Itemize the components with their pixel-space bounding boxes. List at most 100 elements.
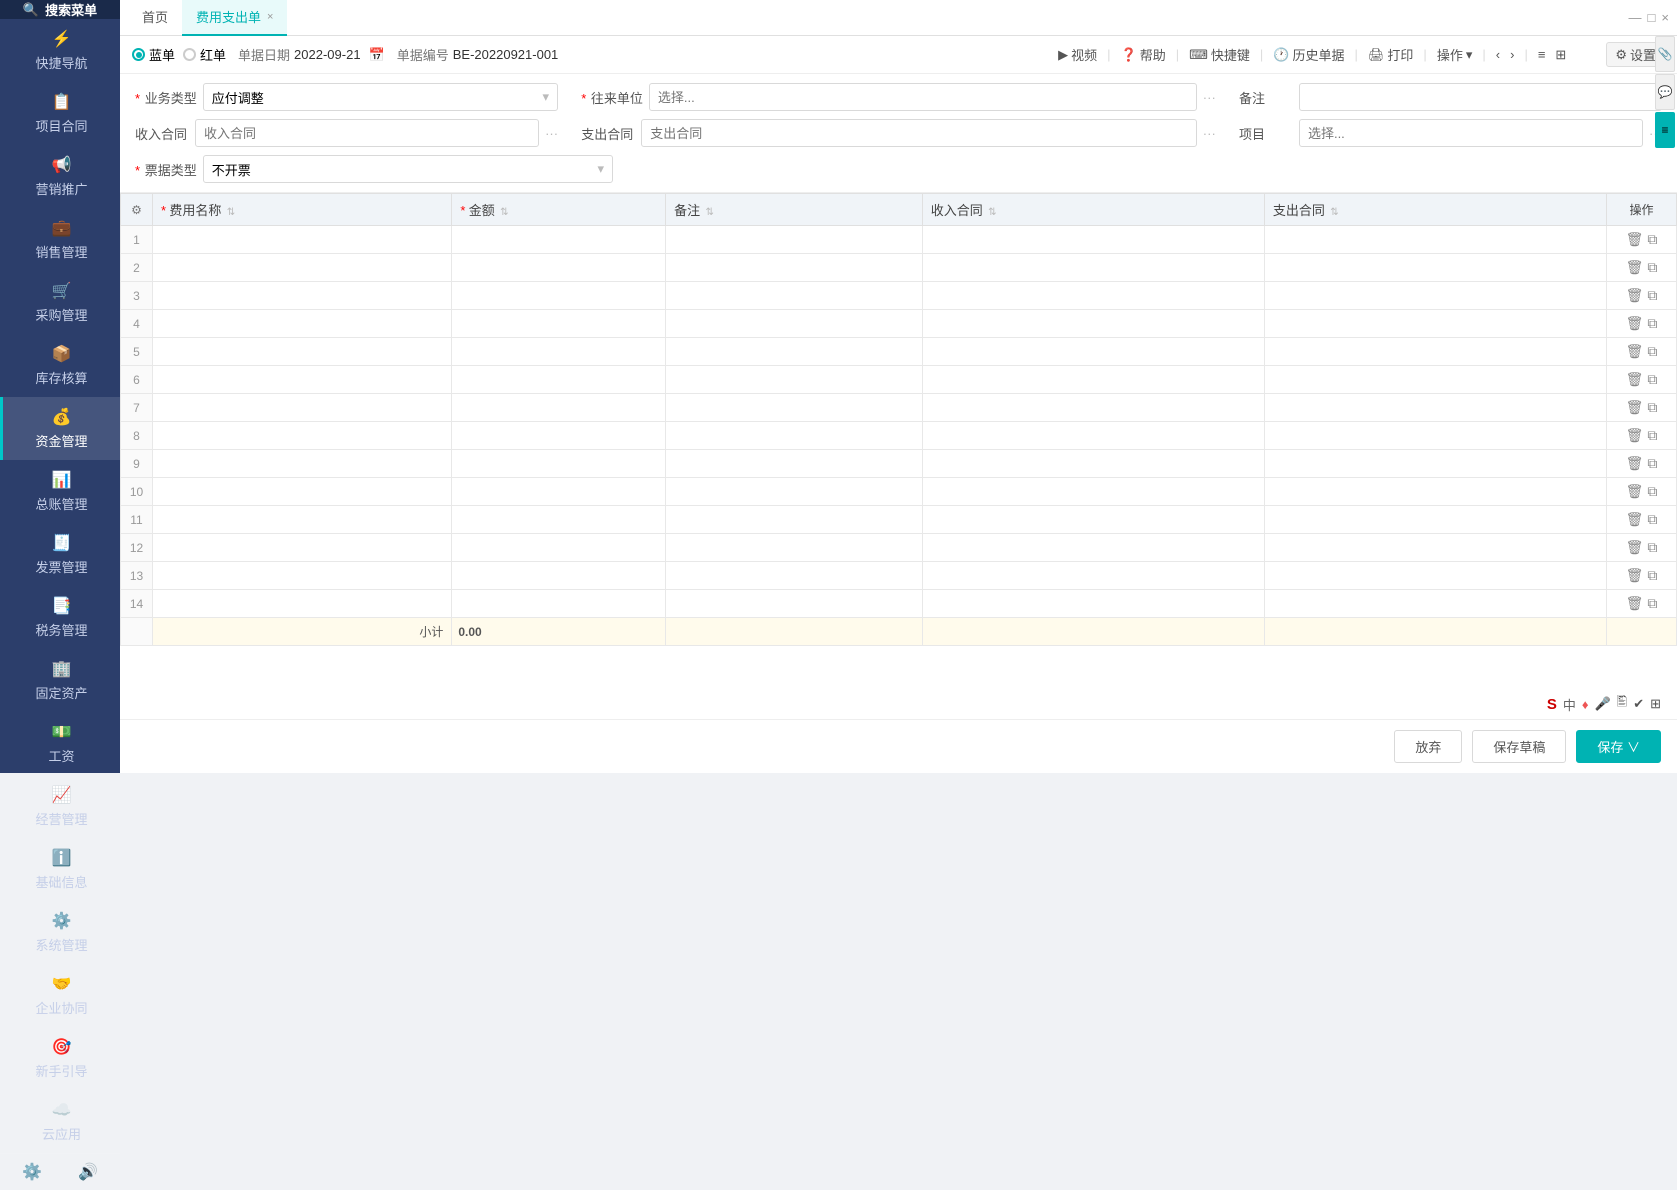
project-input[interactable] — [1299, 119, 1643, 147]
invoice-type-select[interactable]: 不开票 ▾ — [203, 155, 613, 183]
sidebar-item-sales[interactable]: 💼 销售管理 — [0, 208, 120, 271]
copy-row-icon[interactable]: ⧉ — [1647, 427, 1657, 444]
cell-amount[interactable] — [452, 422, 666, 450]
nav-prev-btn[interactable]: ‹ — [1496, 47, 1500, 62]
expense-contract-dots[interactable]: ··· — [1203, 126, 1216, 141]
cell-amount[interactable] — [452, 534, 666, 562]
cell-income-contract[interactable] — [922, 590, 1264, 618]
cell-amount[interactable] — [452, 310, 666, 338]
cell-expense-name[interactable] — [153, 506, 452, 534]
copy-row-icon[interactable]: ⧉ — [1647, 315, 1657, 332]
cell-amount[interactable] — [452, 282, 666, 310]
cell-remark[interactable] — [666, 338, 923, 366]
business-type-select[interactable]: 应付调整 ▾ — [203, 83, 558, 111]
cell-income-contract[interactable] — [922, 534, 1264, 562]
cell-income-contract[interactable] — [922, 254, 1264, 282]
cell-expense-contract[interactable] — [1264, 226, 1606, 254]
sort-remark-icon[interactable]: ⇅ — [706, 207, 714, 218]
view-grid-btn[interactable]: ⊞ — [1555, 47, 1566, 63]
copy-row-icon[interactable]: ⧉ — [1647, 259, 1657, 276]
cell-income-contract[interactable] — [922, 310, 1264, 338]
cell-expense-name[interactable] — [153, 282, 452, 310]
copy-row-icon[interactable]: ⧉ — [1647, 231, 1657, 248]
delete-row-icon[interactable]: 🗑 — [1626, 399, 1644, 416]
cell-amount[interactable] — [452, 450, 666, 478]
sidebar-item-tax[interactable]: 📑 税务管理 — [0, 586, 120, 649]
sidebar-item-salary[interactable]: 💵 工资 — [0, 712, 120, 775]
win-minimize-button[interactable]: — — [1629, 10, 1642, 25]
sidebar-item-cloud-app[interactable]: ☁️ 云应用 — [0, 1090, 120, 1153]
radio-red[interactable]: 红单 — [183, 45, 226, 64]
cell-income-contract[interactable] — [922, 506, 1264, 534]
audio-button[interactable]: 🔊 — [78, 1162, 98, 1182]
copy-row-icon[interactable]: ⧉ — [1647, 595, 1657, 612]
cell-expense-contract[interactable] — [1264, 254, 1606, 282]
sort-income-contract-icon[interactable]: ⇅ — [988, 207, 996, 218]
sidebar-item-new-guide[interactable]: 🎯 新手引导 — [0, 1027, 120, 1090]
expense-contract-input[interactable] — [641, 119, 1197, 147]
cell-income-contract[interactable] — [922, 422, 1264, 450]
income-contract-input[interactable] — [195, 119, 539, 147]
cell-expense-contract[interactable] — [1264, 562, 1606, 590]
cell-expense-contract[interactable] — [1264, 310, 1606, 338]
sidebar-item-purchase[interactable]: 🛒 采购管理 — [0, 271, 120, 334]
cell-expense-contract[interactable] — [1264, 590, 1606, 618]
mic-icon[interactable]: 🎤 — [1595, 696, 1611, 712]
cell-remark[interactable] — [666, 394, 923, 422]
cell-expense-name[interactable] — [153, 478, 452, 506]
cell-remark[interactable] — [666, 282, 923, 310]
view-list-btn[interactable]: ≡ — [1538, 47, 1546, 62]
delete-row-icon[interactable]: 🗑 — [1626, 539, 1644, 556]
cell-expense-name[interactable] — [153, 226, 452, 254]
sidebar-item-project[interactable]: 📋 项目合同 — [0, 82, 120, 145]
copy-row-icon[interactable]: ⧉ — [1647, 483, 1657, 500]
cell-expense-name[interactable] — [153, 254, 452, 282]
counterparty-input[interactable] — [649, 83, 1197, 111]
diamond-icon[interactable]: ♦ — [1582, 697, 1589, 712]
settings-button[interactable]: ⚙️ — [22, 1162, 42, 1182]
copy-row-icon[interactable]: ⧉ — [1647, 567, 1657, 584]
delete-row-icon[interactable]: 🗑 — [1626, 231, 1644, 248]
cell-income-contract[interactable] — [922, 478, 1264, 506]
delete-row-icon[interactable]: 🗑 — [1626, 259, 1644, 276]
cell-income-contract[interactable] — [922, 366, 1264, 394]
delete-row-icon[interactable]: 🗑 — [1626, 455, 1644, 472]
sidebar-item-operations[interactable]: 📈 经营管理 — [0, 775, 120, 838]
cell-income-contract[interactable] — [922, 394, 1264, 422]
delete-row-icon[interactable]: 🗑 — [1626, 595, 1644, 612]
cell-expense-name[interactable] — [153, 394, 452, 422]
cell-expense-name[interactable] — [153, 450, 452, 478]
teal-panel-btn[interactable]: ≡ — [1655, 112, 1675, 148]
cell-expense-name[interactable] — [153, 590, 452, 618]
sort-expense-contract-icon[interactable]: ⇅ — [1330, 207, 1338, 218]
cell-expense-name[interactable] — [153, 310, 452, 338]
tab-expense[interactable]: 费用支出单 × — [182, 0, 287, 36]
cell-amount[interactable] — [452, 338, 666, 366]
sidebar-item-fixed-assets[interactable]: 🏢 固定资产 — [0, 649, 120, 712]
cell-expense-contract[interactable] — [1264, 506, 1606, 534]
cell-remark[interactable] — [666, 478, 923, 506]
delete-row-icon[interactable]: 🗑 — [1626, 511, 1644, 528]
cell-income-contract[interactable] — [922, 450, 1264, 478]
delete-row-icon[interactable]: 🗑 — [1626, 343, 1644, 360]
cell-expense-name[interactable] — [153, 366, 452, 394]
sidebar-item-system[interactable]: ⚙️ 系统管理 — [0, 901, 120, 964]
cell-remark[interactable] — [666, 450, 923, 478]
cell-amount[interactable] — [452, 478, 666, 506]
sidebar-item-ledger[interactable]: 📊 总账管理 — [0, 460, 120, 523]
shortcut-btn[interactable]: ⌨ 快捷键 — [1189, 45, 1250, 64]
radio-blue[interactable]: 蓝单 — [132, 45, 175, 64]
cell-income-contract[interactable] — [922, 338, 1264, 366]
cell-expense-contract[interactable] — [1264, 422, 1606, 450]
win-close-button[interactable]: × — [1661, 10, 1669, 25]
delete-row-icon[interactable]: 🗑 — [1626, 567, 1644, 584]
sidebar-item-marketing[interactable]: 📢 营销推广 — [0, 145, 120, 208]
cell-expense-contract[interactable] — [1264, 478, 1606, 506]
cell-amount[interactable] — [452, 590, 666, 618]
delete-row-icon[interactable]: 🗑 — [1626, 371, 1644, 388]
cell-remark[interactable] — [666, 310, 923, 338]
cell-expense-contract[interactable] — [1264, 282, 1606, 310]
copy-row-icon[interactable]: ⧉ — [1647, 343, 1657, 360]
cell-income-contract[interactable] — [922, 282, 1264, 310]
cell-remark[interactable] — [666, 254, 923, 282]
